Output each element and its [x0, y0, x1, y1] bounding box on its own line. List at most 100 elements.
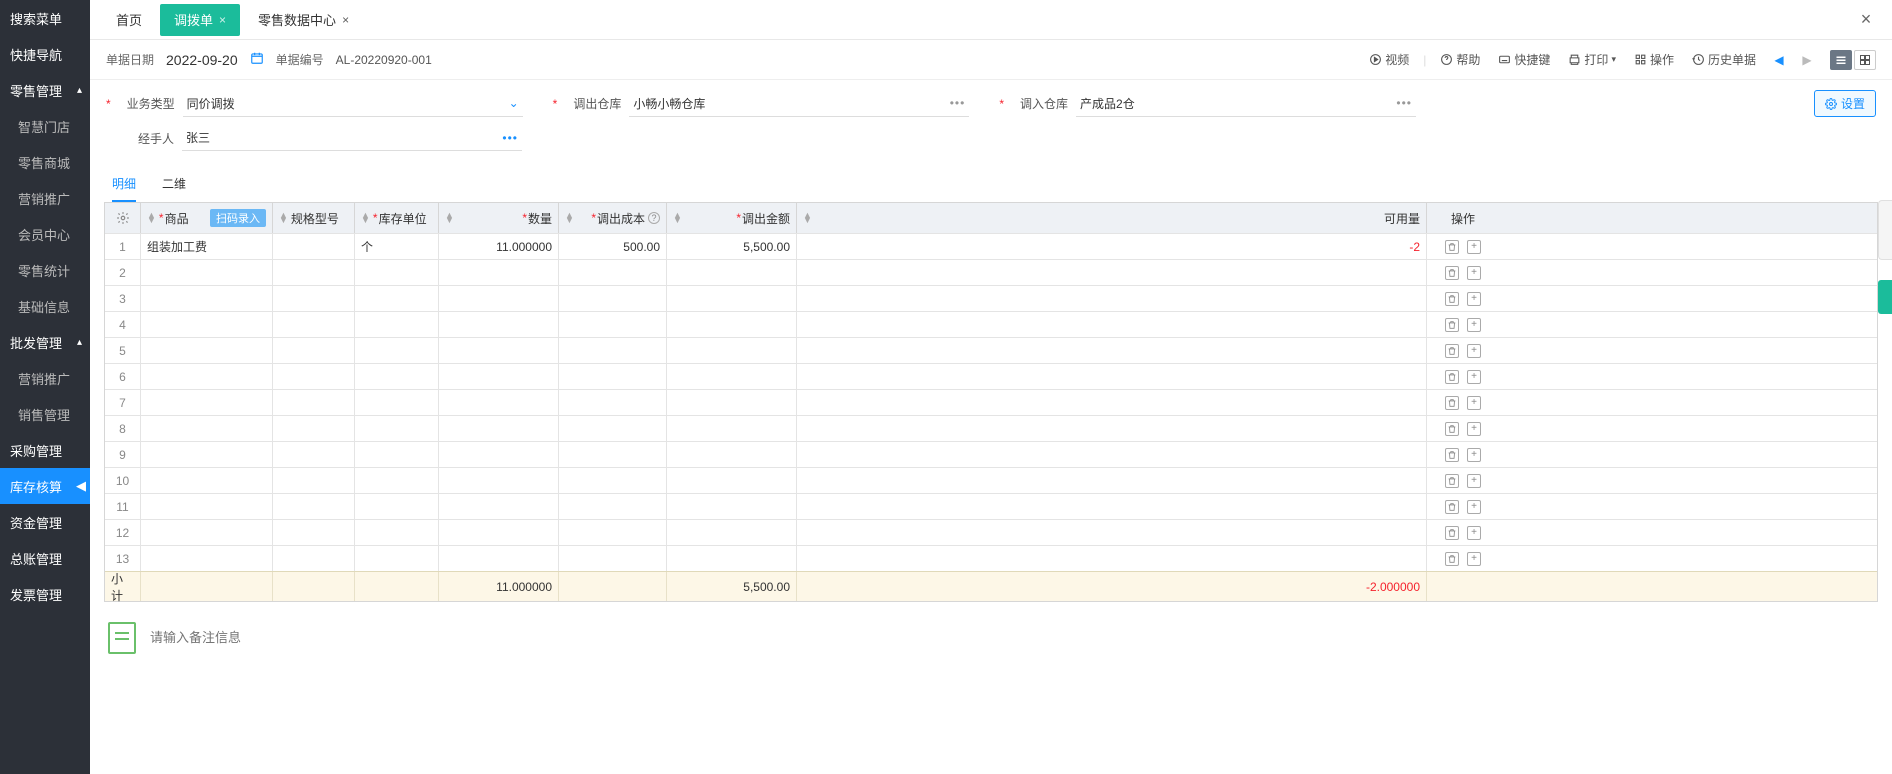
delete-row-button[interactable] — [1445, 448, 1459, 462]
operate-action[interactable]: 操作 — [1630, 49, 1678, 70]
table-row[interactable]: 1组装加工费个11.000000500.005,500.00-2+ — [105, 233, 1877, 259]
table-row[interactable]: 4+ — [105, 311, 1877, 337]
view-card-button[interactable] — [1854, 50, 1876, 70]
calendar-icon[interactable] — [250, 51, 264, 68]
close-icon[interactable]: × — [219, 13, 226, 27]
delete-row-button[interactable] — [1445, 526, 1459, 540]
add-row-button[interactable]: + — [1467, 396, 1481, 410]
scan-button[interactable]: 扫码录入 — [210, 209, 266, 227]
next-doc-button[interactable]: ▶ — [1798, 51, 1816, 69]
add-row-button[interactable]: + — [1467, 422, 1481, 436]
out-wh-field: *调出仓库 小畅小畅仓库••• — [553, 91, 970, 117]
add-row-button[interactable]: + — [1467, 318, 1481, 332]
gear-icon[interactable] — [105, 203, 141, 233]
col-out-amount[interactable]: ▲▼*调出金额 — [667, 203, 797, 233]
table-row[interactable]: 10+ — [105, 467, 1877, 493]
add-row-button[interactable]: + — [1467, 500, 1481, 514]
add-row-button[interactable]: + — [1467, 448, 1481, 462]
history-action[interactable]: 历史单据 — [1688, 49, 1760, 70]
add-row-button[interactable]: + — [1467, 370, 1481, 384]
table-row[interactable]: 9+ — [105, 441, 1877, 467]
add-row-button[interactable]: + — [1467, 240, 1481, 254]
biz-type-field: *业务类型 同价调拨⌄ — [106, 91, 523, 117]
biz-type-select[interactable]: 同价调拨⌄ — [183, 91, 523, 117]
delete-row-button[interactable] — [1445, 344, 1459, 358]
subtab-detail[interactable]: 明细 — [112, 171, 136, 202]
sidebar-item-9[interactable]: 批发管理▴ — [0, 324, 90, 360]
sidebar-item-2[interactable]: 零售管理▴ — [0, 72, 90, 108]
date-value[interactable]: 2022-09-20 — [166, 52, 238, 68]
view-list-button[interactable] — [1830, 50, 1852, 70]
tab-2[interactable]: 零售数据中心× — [244, 4, 363, 36]
sidebar-item-12[interactable]: 采购管理 — [0, 432, 90, 468]
delete-row-button[interactable] — [1445, 552, 1459, 566]
sidebar-item-8[interactable]: 基础信息 — [0, 288, 90, 324]
sidebar-item-6[interactable]: 会员中心 — [0, 216, 90, 252]
table-row[interactable]: 6+ — [105, 363, 1877, 389]
right-rail-expand[interactable] — [1878, 200, 1892, 260]
add-row-button[interactable]: + — [1467, 474, 1481, 488]
subtab-2d[interactable]: 二维 — [162, 171, 186, 202]
chevron-down-icon: ▾ — [1611, 54, 1616, 65]
right-rail-action[interactable] — [1878, 280, 1892, 314]
info-icon[interactable]: ? — [648, 212, 660, 224]
table-row[interactable]: 12+ — [105, 519, 1877, 545]
shortcut-action[interactable]: 快捷键 — [1494, 49, 1554, 70]
table-row[interactable]: 11+ — [105, 493, 1877, 519]
in-wh-select[interactable]: 产成品2仓••• — [1076, 91, 1416, 117]
print-action[interactable]: 打印▾ — [1564, 49, 1620, 70]
out-wh-select[interactable]: 小畅小畅仓库••• — [629, 91, 969, 117]
main: 首页调拨单×零售数据中心×× 单据日期 2022-09-20 单据编号 AL-2… — [90, 0, 1892, 774]
table-row[interactable]: 13+ — [105, 545, 1877, 571]
add-row-button[interactable]: + — [1467, 344, 1481, 358]
col-spec[interactable]: ▲▼规格型号 — [273, 203, 355, 233]
close-icon[interactable]: × — [342, 13, 349, 27]
col-goods[interactable]: ▲▼*商品扫码录入 — [141, 203, 273, 233]
sidebar-item-10[interactable]: 营销推广 — [0, 360, 90, 396]
note-icon[interactable] — [108, 622, 136, 654]
tabbar-close-button[interactable]: × — [1852, 6, 1880, 34]
sidebar-item-16[interactable]: 发票管理 — [0, 576, 90, 612]
delete-row-button[interactable] — [1445, 266, 1459, 280]
chevron-up-icon: ▴ — [77, 337, 82, 348]
delete-row-button[interactable] — [1445, 474, 1459, 488]
tab-1[interactable]: 调拨单× — [160, 4, 240, 36]
sidebar-item-7[interactable]: 零售统计 — [0, 252, 90, 288]
add-row-button[interactable]: + — [1467, 552, 1481, 566]
delete-row-button[interactable] — [1445, 240, 1459, 254]
add-row-button[interactable]: + — [1467, 292, 1481, 306]
video-action[interactable]: 视频 — [1365, 49, 1413, 70]
col-qty[interactable]: ▲▼*数量 — [439, 203, 559, 233]
sidebar-item-4[interactable]: 零售商城 — [0, 144, 90, 180]
help-action[interactable]: 帮助 — [1436, 49, 1484, 70]
prev-doc-button[interactable]: ◀ — [1770, 51, 1788, 69]
add-row-button[interactable]: + — [1467, 266, 1481, 280]
table-row[interactable]: 7+ — [105, 389, 1877, 415]
sidebar-item-0[interactable]: 搜索菜单 — [0, 0, 90, 36]
add-row-button[interactable]: + — [1467, 526, 1481, 540]
settings-button[interactable]: 设置 — [1814, 90, 1876, 117]
tab-0[interactable]: 首页 — [102, 4, 156, 36]
delete-row-button[interactable] — [1445, 422, 1459, 436]
delete-row-button[interactable] — [1445, 318, 1459, 332]
delete-row-button[interactable] — [1445, 292, 1459, 306]
sidebar-item-15[interactable]: 总账管理 — [0, 540, 90, 576]
delete-row-button[interactable] — [1445, 500, 1459, 514]
sidebar-item-13[interactable]: 库存核算◀ — [0, 468, 90, 504]
delete-row-button[interactable] — [1445, 370, 1459, 384]
col-unit[interactable]: ▲▼*库存单位 — [355, 203, 439, 233]
table-row[interactable]: 5+ — [105, 337, 1877, 363]
remark-input[interactable] — [150, 630, 1874, 646]
sidebar-item-14[interactable]: 资金管理 — [0, 504, 90, 540]
sidebar-item-1[interactable]: 快捷导航 — [0, 36, 90, 72]
col-out-cost[interactable]: ▲▼*调出成本? — [559, 203, 667, 233]
delete-row-button[interactable] — [1445, 396, 1459, 410]
col-available[interactable]: ▲▼可用量 — [797, 203, 1427, 233]
table-row[interactable]: 2+ — [105, 259, 1877, 285]
sidebar-item-5[interactable]: 营销推广 — [0, 180, 90, 216]
sidebar-item-11[interactable]: 销售管理 — [0, 396, 90, 432]
table-row[interactable]: 8+ — [105, 415, 1877, 441]
handler-select[interactable]: 张三••• — [182, 125, 522, 151]
table-row[interactable]: 3+ — [105, 285, 1877, 311]
sidebar-item-3[interactable]: 智慧门店 — [0, 108, 90, 144]
